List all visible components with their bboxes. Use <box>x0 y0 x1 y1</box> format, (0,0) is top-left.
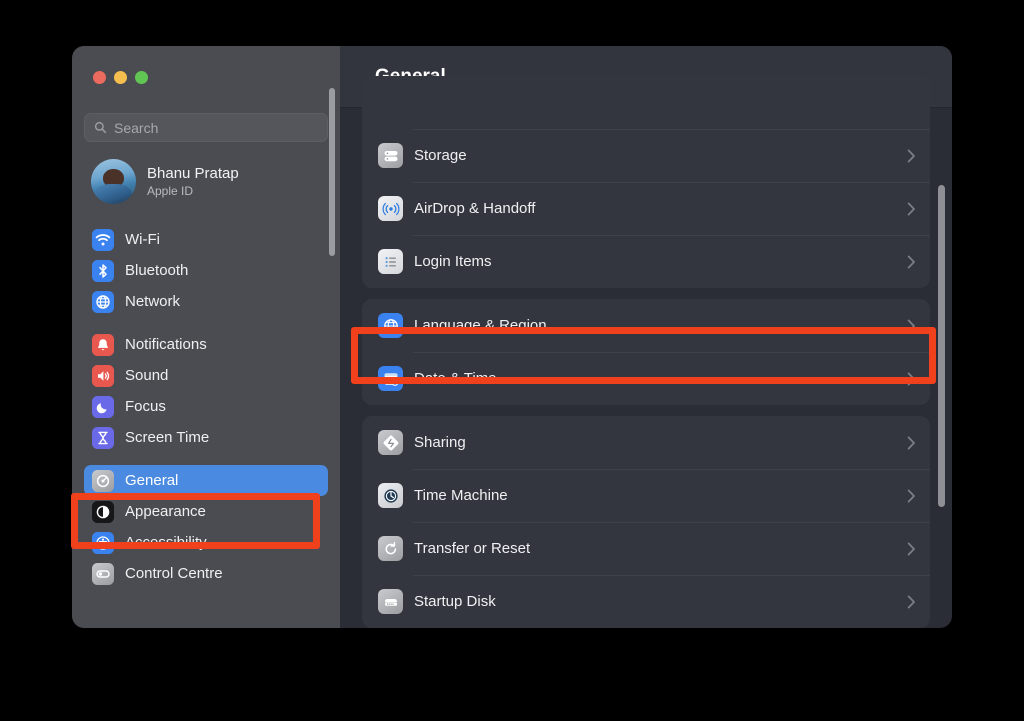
settings-row-transfer-or-reset[interactable]: Transfer or Reset <box>362 522 930 575</box>
startup-disk-icon <box>378 589 403 614</box>
sidebar-group-connectivity: Wi-Fi Bluetooth Network <box>72 224 340 317</box>
sidebar-scrollbar[interactable] <box>329 88 335 256</box>
sidebar-item-accessibility[interactable]: Accessibility <box>84 527 328 558</box>
chevron-right-icon <box>907 595 916 609</box>
settings-group-2: Language & Region Date & Time <box>362 299 930 405</box>
sidebar-item-notifications[interactable]: Notifications <box>84 329 328 360</box>
storage-icon <box>378 143 403 168</box>
sidebar-item-appearance[interactable]: Appearance <box>84 496 328 527</box>
row-label: Transfer or Reset <box>414 540 531 557</box>
row-label: Sharing <box>414 434 466 451</box>
time-machine-icon <box>378 483 403 508</box>
sound-icon <box>92 364 114 387</box>
appearance-icon <box>92 500 114 523</box>
airdrop-icon <box>378 196 403 221</box>
sidebar-item-label: Notifications <box>125 336 207 353</box>
language-icon <box>378 313 403 338</box>
transfer-icon <box>378 536 403 561</box>
search-icon <box>94 121 107 134</box>
sidebar-item-label: Control Centre <box>125 565 223 582</box>
bluetooth-icon <box>92 259 114 282</box>
screen-time-icon <box>92 426 114 449</box>
accessibility-icon <box>92 531 114 554</box>
sidebar-item-label: Network <box>125 293 181 310</box>
row-label: Startup Disk <box>414 593 496 610</box>
minimize-button[interactable] <box>114 71 127 84</box>
settings-row-login-items[interactable]: Login Items <box>362 235 930 288</box>
settings-row-date-time[interactable]: Date & Time <box>362 352 930 405</box>
sidebar-item-label: Sound <box>125 367 169 384</box>
settings-row-language-region[interactable]: Language & Region <box>362 299 930 352</box>
sidebar-item-general[interactable]: General <box>84 465 328 496</box>
sharing-icon <box>378 430 403 455</box>
apple-id-profile[interactable]: Bhanu Pratap Apple ID <box>84 151 328 212</box>
window-controls <box>93 71 148 84</box>
sidebar-item-label: Focus <box>125 398 166 415</box>
sidebar-group-general: General Appearance Accessibility Control… <box>72 465 340 589</box>
sidebar-item-label: Appearance <box>125 503 206 520</box>
sidebar-item-control-centre[interactable]: Control Centre <box>84 558 328 589</box>
row-label: Storage <box>414 147 467 164</box>
network-icon <box>92 290 114 313</box>
screenshot-root: Bhanu Pratap Apple ID Wi-Fi <box>0 0 1024 721</box>
settings-group-3: Sharing Time Machine Transfer or Reset S… <box>362 416 930 628</box>
sidebar-item-screen-time[interactable]: Screen Time <box>84 422 328 453</box>
sidebar-item-bluetooth[interactable]: Bluetooth <box>84 255 328 286</box>
settings-row-storage[interactable]: Storage <box>362 129 930 182</box>
general-icon <box>92 469 114 492</box>
sidebar-item-wi-fi[interactable]: Wi-Fi <box>84 224 328 255</box>
profile-name: Bhanu Pratap <box>147 164 239 182</box>
settings-row-sharing[interactable]: Sharing <box>362 416 930 469</box>
maximize-button[interactable] <box>135 71 148 84</box>
main-panel: General Storage <box>340 46 952 628</box>
chevron-right-icon <box>907 372 916 386</box>
main-scrollbar[interactable] <box>938 185 945 507</box>
row-label: Date & Time <box>414 370 497 387</box>
chevron-right-icon <box>907 542 916 556</box>
settings-list: Storage AirDrop & Handoff Login Items La… <box>340 76 952 628</box>
control-centre-icon <box>92 562 114 585</box>
row-label: Language & Region <box>414 317 547 334</box>
focus-icon <box>92 395 114 418</box>
profile-subtitle: Apple ID <box>147 183 194 198</box>
sidebar-scroll-area: Bhanu Pratap Apple ID Wi-Fi Bluetooth Ne… <box>72 151 340 628</box>
chevron-right-icon <box>907 489 916 503</box>
sidebar-item-network[interactable]: Network <box>84 286 328 317</box>
avatar <box>91 159 136 204</box>
notifications-icon <box>92 333 114 356</box>
chevron-right-icon <box>907 202 916 216</box>
sidebar-item-label: Accessibility <box>125 534 207 551</box>
sidebar-item-focus[interactable]: Focus <box>84 391 328 422</box>
sidebar-item-label: Bluetooth <box>125 262 189 279</box>
chevron-right-icon <box>907 149 916 163</box>
sidebar: Bhanu Pratap Apple ID Wi-Fi <box>72 46 340 628</box>
search-input[interactable] <box>114 119 318 136</box>
chevron-right-icon <box>907 436 916 450</box>
close-button[interactable] <box>93 71 106 84</box>
settings-row-time-machine[interactable]: Time Machine <box>362 469 930 522</box>
system-settings-window: Bhanu Pratap Apple ID Wi-Fi <box>72 46 952 628</box>
row-label: Login Items <box>414 253 492 270</box>
settings-group-1: Storage AirDrop & Handoff Login Items <box>362 76 930 288</box>
search-field[interactable] <box>84 113 328 142</box>
settings-row-startup-disk[interactable]: Startup Disk <box>362 575 930 628</box>
chevron-right-icon <box>907 319 916 333</box>
sidebar-item-sound[interactable]: Sound <box>84 360 328 391</box>
sidebar-group-system: Notifications Sound Focus Screen Time <box>72 329 340 453</box>
date-time-icon <box>378 366 403 391</box>
row-label: AirDrop & Handoff <box>414 200 536 217</box>
sidebar-item-label: Screen Time <box>125 429 210 446</box>
login-items-icon <box>378 249 403 274</box>
chevron-right-icon <box>907 255 916 269</box>
wifi-icon <box>92 228 114 251</box>
settings-row-airdrop-handoff[interactable]: AirDrop & Handoff <box>362 182 930 235</box>
row-label: Time Machine <box>414 487 508 504</box>
sidebar-item-label: General <box>125 472 179 489</box>
sidebar-item-label: Wi-Fi <box>125 231 160 248</box>
